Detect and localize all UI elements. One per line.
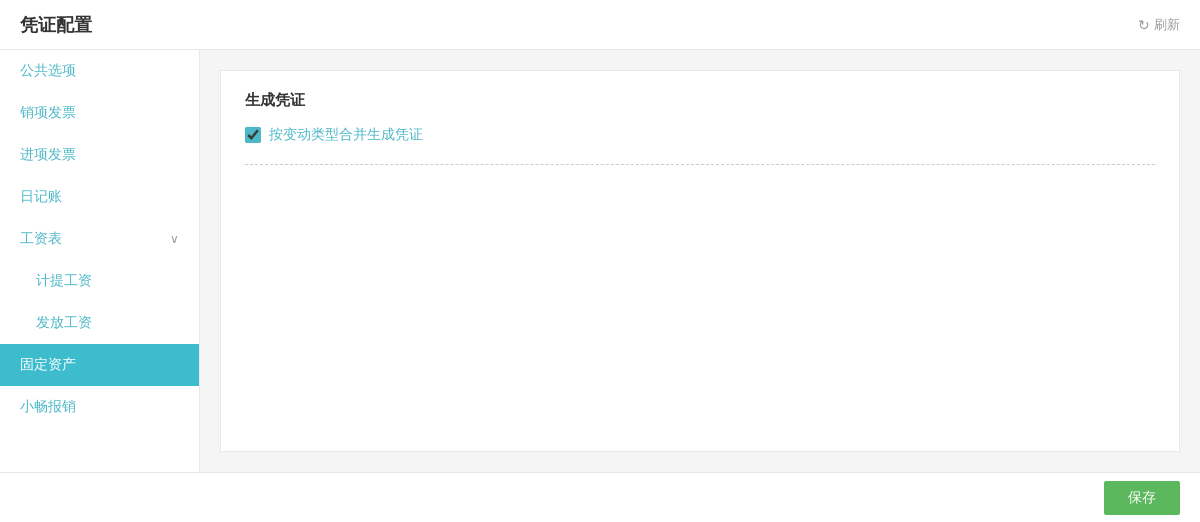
refresh-icon: ↻: [1138, 17, 1150, 33]
sidebar-item-journal[interactable]: 日记账: [0, 176, 199, 218]
sidebar: 公共选项销项发票进项发票日记账工资表 ∨ 计提工资发放工资固定资产小畅报销: [0, 50, 200, 472]
checkbox-row: 按变动类型合并生成凭证: [245, 126, 1155, 144]
sidebar-item-label: 销项发票: [20, 104, 76, 122]
sidebar-item-sales-invoice[interactable]: 销项发票: [0, 92, 199, 134]
sidebar-item-label: 计提工资: [36, 272, 92, 290]
sidebar-item-fixed-assets[interactable]: 固定资产: [0, 344, 199, 386]
sidebar-item-purchase-invoice[interactable]: 进项发票: [0, 134, 199, 176]
refresh-label: 刷新: [1154, 16, 1180, 34]
sidebar-item-public-options[interactable]: 公共选项: [0, 50, 199, 92]
page-title: 凭证配置: [20, 13, 92, 37]
sidebar-item-label: 日记账: [20, 188, 62, 206]
section-divider: [245, 164, 1155, 165]
sidebar-item-label: 工资表: [20, 230, 62, 248]
sidebar-item-expense-report[interactable]: 小畅报销: [0, 386, 199, 428]
sidebar-item-label: 小畅报销: [20, 398, 76, 416]
checkbox-label[interactable]: 按变动类型合并生成凭证: [269, 126, 423, 144]
refresh-button[interactable]: ↻ 刷新: [1138, 16, 1180, 34]
sidebar-item-payroll-disburse[interactable]: 发放工资: [0, 302, 199, 344]
merge-checkbox[interactable]: [245, 127, 261, 143]
sidebar-item-label: 进项发票: [20, 146, 76, 164]
sidebar-item-label: 公共选项: [20, 62, 76, 80]
section-title: 生成凭证: [245, 91, 1155, 110]
sidebar-item-payroll[interactable]: 工资表 ∨: [0, 218, 199, 260]
sidebar-item-label: 发放工资: [36, 314, 92, 332]
content-panel: 生成凭证 按变动类型合并生成凭证: [220, 70, 1180, 452]
main-layout: 公共选项销项发票进项发票日记账工资表 ∨ 计提工资发放工资固定资产小畅报销 生成凭证…: [0, 50, 1200, 472]
page-footer: 保存: [0, 472, 1200, 522]
save-button[interactable]: 保存: [1104, 481, 1180, 515]
page-header: 凭证配置 ↻ 刷新: [0, 0, 1200, 50]
sidebar-item-label: 固定资产: [20, 356, 76, 374]
sidebar-item-payroll-accrual[interactable]: 计提工资: [0, 260, 199, 302]
content-area: 生成凭证 按变动类型合并生成凭证: [200, 50, 1200, 472]
chevron-down-icon: ∨: [170, 232, 179, 246]
